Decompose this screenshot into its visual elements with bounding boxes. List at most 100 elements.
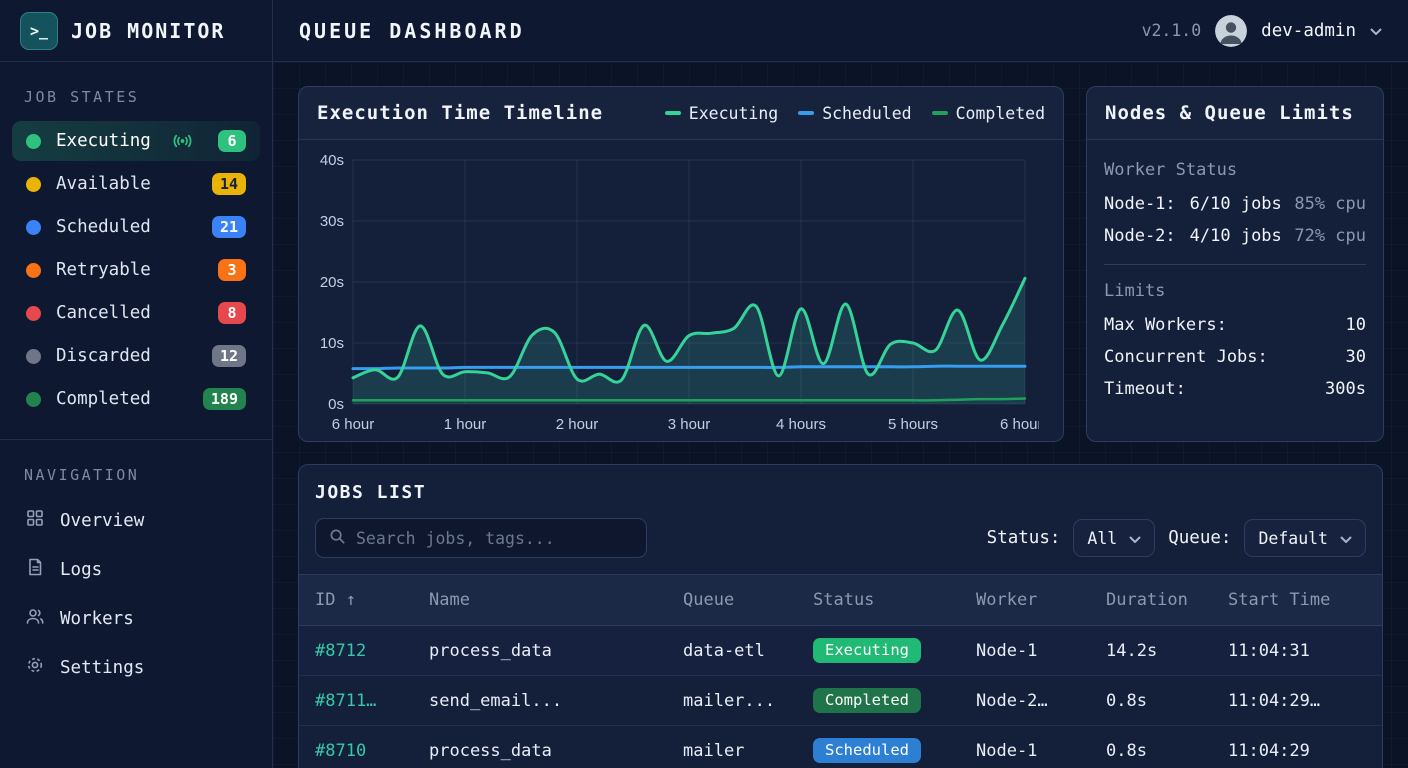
state-label: Cancelled: [56, 303, 151, 323]
state-count-badge: 3: [218, 259, 246, 281]
worker-status-row: Node-1: 6/10 jobs 85% cpu: [1104, 194, 1366, 214]
state-dot: [26, 348, 41, 364]
sidebar: >_ JOB MONITOR JOB STATES Executing 6 Avai…: [0, 0, 273, 768]
worker-status-list: Node-1: 6/10 jobs 85% cpu Node-2: 4/10 jobs 7…: [1104, 194, 1366, 246]
nav-item-label: Overview: [60, 510, 145, 531]
sidebar-state-completed[interactable]: Completed 189: [12, 379, 260, 419]
legend-swatch: [664, 111, 681, 115]
column-header-duration[interactable]: Duration: [1106, 590, 1228, 610]
nav-item-label: Logs: [60, 559, 103, 580]
column-header-name[interactable]: Name: [429, 590, 683, 610]
app-title: JOB MONITOR: [71, 18, 226, 43]
status-badge: Executing: [813, 638, 921, 663]
column-header-worker[interactable]: Worker: [976, 590, 1106, 610]
state-label: Executing: [56, 131, 151, 151]
legend-label: Executing: [688, 103, 779, 123]
legend-swatch: [798, 111, 815, 115]
status-select[interactable]: All: [1073, 519, 1156, 557]
legend-item-executing[interactable]: Executing: [664, 103, 779, 123]
sidebar-state-cancelled[interactable]: Cancelled 8: [12, 293, 260, 333]
chart-body: 0s 10s 20s 30s 40s 6 hour 1 hour 2 hour 3 hour 4 …: [299, 140, 1063, 441]
job-duration: 0.8s: [1106, 690, 1147, 711]
node-jobs: 4/10 jobs: [1189, 226, 1282, 246]
nodes-panel: Nodes & Queue Limits Worker Status Node-…: [1086, 86, 1384, 442]
state-count-badge: 21: [211, 216, 246, 238]
navigation-list: Overview Logs Workers Settings: [0, 496, 272, 692]
version-label: v2.1.0: [1141, 21, 1202, 40]
sidebar-item-logs[interactable]: Logs: [0, 545, 272, 594]
search-input[interactable]: [356, 528, 633, 548]
limits-label: Limits: [1104, 281, 1166, 301]
document-icon: [25, 557, 45, 582]
legend-swatch: [931, 111, 948, 115]
node-name: Node-2:: [1104, 226, 1176, 246]
state-dot: [26, 176, 41, 192]
timeline-panel: Execution Time Timeline Executing Schedul…: [298, 86, 1064, 442]
table-row[interactable]: #8712 process_data data-etl Executing Node-1…: [299, 626, 1382, 676]
worker-status-label: Worker Status: [1104, 160, 1238, 180]
grid-icon: [25, 508, 45, 533]
svg-text:6 hours: 6 hours: [1000, 416, 1039, 433]
legend-item-completed[interactable]: Completed: [931, 103, 1045, 123]
chevron-down-icon[interactable]: [1370, 21, 1382, 40]
column-header-starttime[interactable]: Start Time: [1228, 590, 1382, 610]
sidebar-state-retryable[interactable]: Retryable 3: [12, 250, 260, 290]
jobs-panel-header: JOBS LIST Status: All Queue: Default: [299, 465, 1382, 558]
avatar[interactable]: [1215, 14, 1248, 47]
limit-label: Concurrent Jobs:: [1104, 347, 1268, 367]
node-cpu: 72% cpu: [1294, 226, 1366, 246]
sidebar-state-scheduled[interactable]: Scheduled 21: [12, 207, 260, 247]
sidebar-state-discarded[interactable]: Discarded 12: [12, 336, 260, 376]
nodes-panel-header: Nodes & Queue Limits: [1087, 87, 1383, 140]
svg-text:6 hour: 6 hour: [332, 416, 375, 433]
terminal-icon: >_: [20, 11, 58, 50]
job-start-time: 11:04:31: [1228, 640, 1310, 661]
navigation-label: NAVIGATION: [24, 466, 140, 484]
job-name: send_email...: [429, 690, 563, 711]
sidebar-item-workers[interactable]: Workers: [0, 594, 272, 643]
timeline-chart: 0s 10s 20s 30s 40s 6 hour 1 hour 2 hour 3 hour 4 …: [320, 152, 1050, 433]
jobs-filters: Status: All Queue: Default: [987, 519, 1366, 557]
job-start-time: 11:04:29…: [1228, 690, 1321, 711]
limit-value: 10: [1345, 315, 1366, 335]
svg-text:1 hour: 1 hour: [444, 416, 487, 433]
job-states-label: JOB STATES: [24, 88, 140, 106]
legend-item-scheduled[interactable]: Scheduled: [798, 103, 912, 123]
legend-label: Completed: [955, 103, 1045, 123]
state-dot: [26, 391, 41, 407]
svg-text:10s: 10s: [320, 335, 344, 352]
sidebar-state-available[interactable]: Available 14: [12, 164, 260, 204]
job-duration: 0.8s: [1106, 740, 1147, 761]
job-name: process_data: [429, 640, 552, 661]
job-queue: mailer: [683, 740, 745, 761]
column-header-status[interactable]: Status: [813, 590, 976, 610]
status-badge: Completed: [813, 688, 921, 713]
svg-text:0s: 0s: [328, 396, 344, 413]
column-header-queue[interactable]: Queue: [683, 590, 813, 610]
queue-select-value: Default: [1258, 528, 1328, 548]
svg-text:20s: 20s: [320, 274, 344, 291]
search-box: [315, 518, 647, 558]
queue-select[interactable]: Default: [1244, 519, 1366, 557]
sidebar-state-executing[interactable]: Executing 6: [12, 121, 260, 161]
nodes-body: Worker Status Node-1: 6/10 jobs 85% cpu Nod…: [1087, 140, 1383, 431]
column-header-id[interactable]: ID ↑: [315, 590, 429, 610]
main-content: Execution Time Timeline Executing Schedul…: [273, 62, 1408, 768]
state-dot: [26, 133, 41, 149]
timeline-panel-header: Execution Time Timeline Executing Schedul…: [299, 87, 1063, 140]
node-jobs: 6/10 jobs: [1189, 194, 1282, 214]
nodes-title: Nodes & Queue Limits: [1105, 102, 1354, 124]
sidebar-item-overview[interactable]: Overview: [0, 496, 272, 545]
svg-text:2 hour: 2 hour: [556, 416, 599, 433]
job-states-list: Executing 6 Available 14 Scheduled 21 Retryabl…: [0, 121, 272, 419]
sidebar-item-settings[interactable]: Settings: [0, 643, 272, 692]
limit-label: Max Workers:: [1104, 315, 1227, 335]
state-dot: [26, 219, 41, 235]
legend-label: Scheduled: [822, 103, 912, 123]
svg-text:5 hours: 5 hours: [888, 416, 938, 433]
svg-text:40s: 40s: [320, 152, 344, 169]
table-row[interactable]: #8710 process_data mailer Scheduled Node-1 0.…: [299, 726, 1382, 768]
table-row[interactable]: #8711… send_email... mailer... Completed Nod…: [299, 676, 1382, 726]
user-name[interactable]: dev-admin: [1261, 21, 1356, 41]
state-count-badge: 189: [202, 388, 246, 410]
